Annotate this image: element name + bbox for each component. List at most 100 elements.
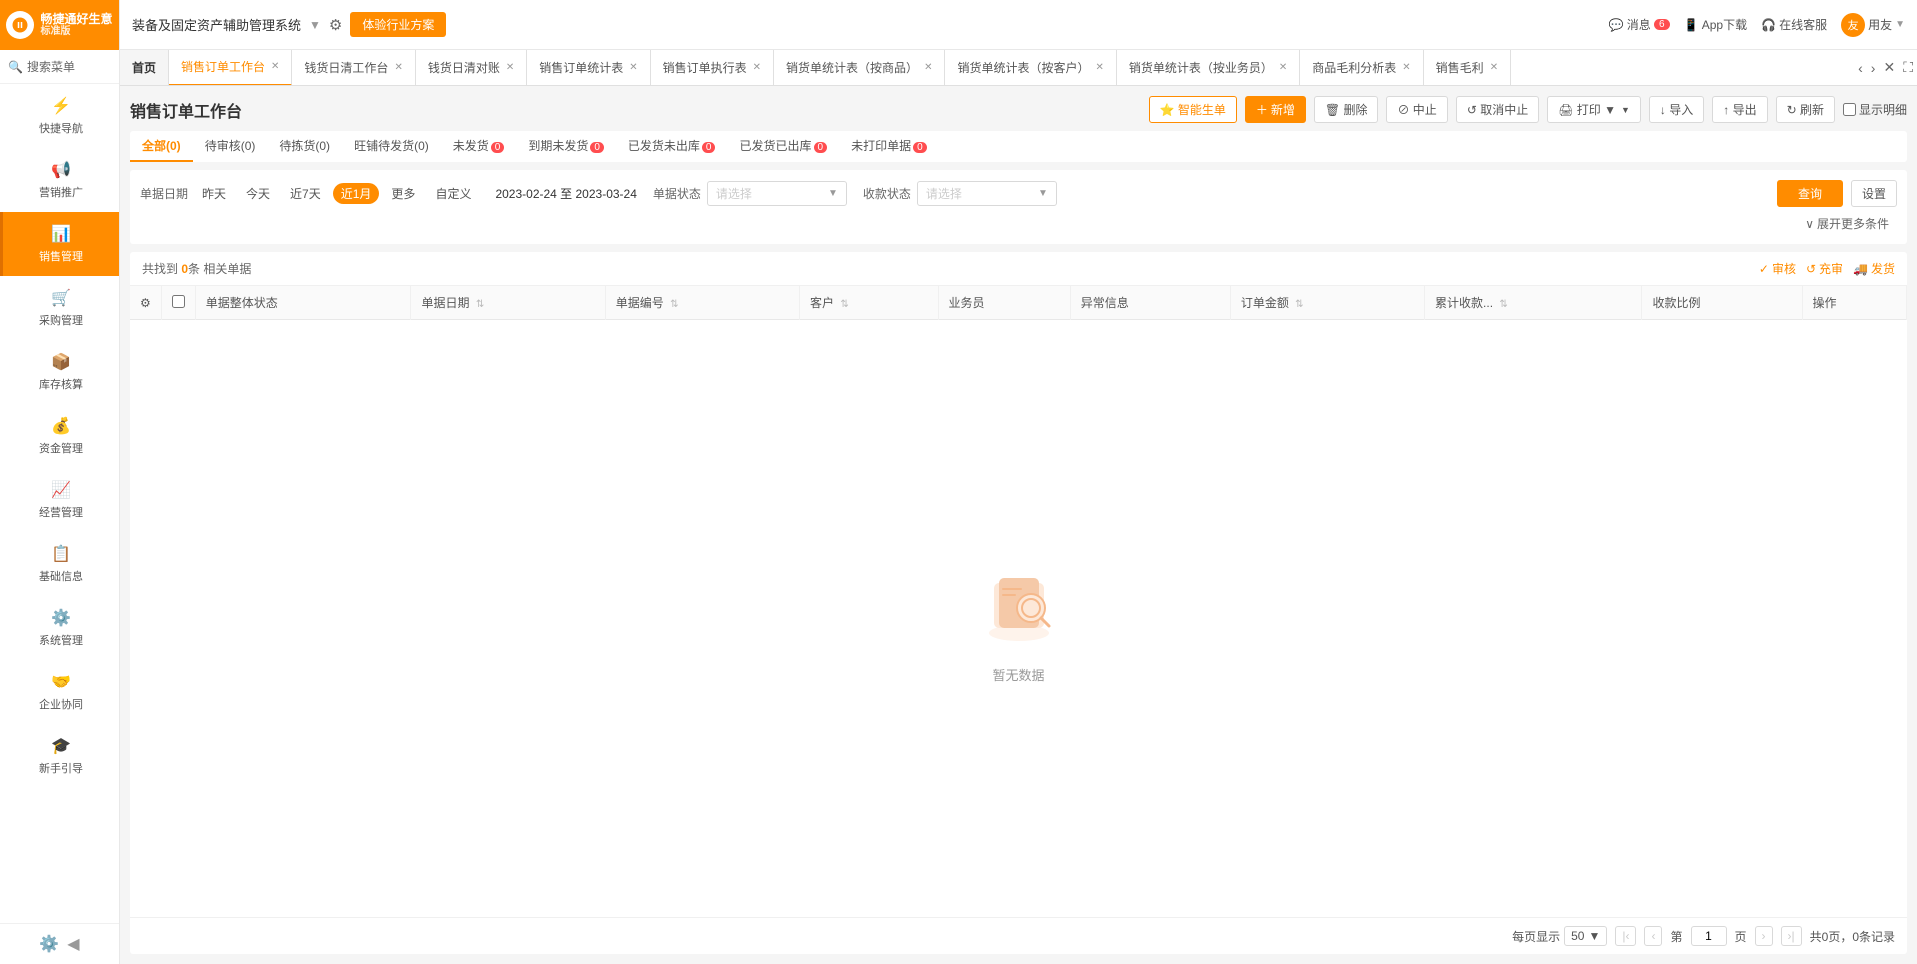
date-chip-more[interactable]: 更多 [383, 183, 423, 204]
tab-next-icon[interactable]: › [1867, 60, 1880, 76]
payment-select[interactable]: 请选择 ▼ [917, 181, 1057, 206]
sidebar-item-purchase[interactable]: 🛒 采购管理 [0, 276, 119, 340]
tab-sales-unified-product[interactable]: 销货单统计表（按商品） ✕ [774, 50, 945, 86]
ship-action[interactable]: 🚚 发货 [1853, 260, 1895, 277]
inventory-icon: 📦 [51, 352, 71, 372]
page-last-btn[interactable]: ›| [1781, 926, 1802, 946]
tab-close-all-icon[interactable]: ✕ [1879, 59, 1899, 76]
cancel-audit-action[interactable]: ↺ 充审 [1806, 260, 1843, 277]
status-select[interactable]: 请选择 ▼ [707, 181, 847, 206]
tab-close-sales-order[interactable]: ✕ [271, 61, 279, 72]
page-first-btn[interactable]: |‹ [1615, 926, 1636, 946]
sidebar-item-quick-nav[interactable]: ⚡ 快捷导航 [0, 84, 119, 148]
tab-sales-exec[interactable]: 销售订单执行表 ✕ [651, 50, 774, 86]
user-menu[interactable]: 友 用友 ▼ [1841, 13, 1905, 37]
tab-margin-analysis[interactable]: 商品毛利分析表 ✕ [1300, 50, 1423, 86]
settings-bottom-icon[interactable]: ⚙️ [39, 934, 59, 954]
th-checkbox[interactable] [161, 286, 195, 320]
audit-action[interactable]: ✓ 审核 [1759, 260, 1796, 277]
delete-btn[interactable]: 🗑 删除 [1314, 96, 1379, 123]
sidebar-item-sales[interactable]: 📊 销售管理 [0, 212, 119, 276]
print-btn[interactable]: 🖨 打印 ▼ [1547, 96, 1641, 123]
tab-sales-order[interactable]: 销售订单工作台 ✕ [169, 50, 292, 86]
avatar: 友 [1841, 13, 1865, 37]
service-icon: 🎧 [1761, 18, 1776, 32]
sidebar-title: 畅捷通好生意 标准版 [40, 12, 112, 38]
date-chip-custom[interactable]: 自定义 [427, 183, 479, 204]
filter-tab-pending-review[interactable]: 待审核(0) [193, 131, 268, 162]
filter-tab-wangpu[interactable]: 旺铺待发货(0) [342, 131, 441, 162]
plus-icon: ＋ [1256, 101, 1268, 118]
date-chip-1month[interactable]: 近1月 [333, 183, 380, 204]
tab-close-margin-analysis[interactable]: ✕ [1402, 62, 1410, 73]
sort-icon: ⇅ [1499, 299, 1507, 310]
audit-icon: ✓ [1759, 262, 1769, 276]
settings-icon[interactable]: ⚙ [329, 16, 342, 34]
filter-tab-not-printed[interactable]: 未打印单据0 [839, 131, 939, 162]
th-customer[interactable]: 客户 ⇅ [799, 286, 938, 320]
show-detail-label[interactable]: 显示明细 [1843, 101, 1907, 118]
filter-tab-shipped-not-out[interactable]: 已发货未出库0 [616, 131, 728, 162]
sidebar-search-item[interactable]: 🔍 搜索菜单 [0, 50, 119, 84]
page-prev-btn[interactable]: ‹ [1644, 926, 1662, 946]
industry-btn[interactable]: 体验行业方案 [350, 12, 446, 37]
tab-sales-unified-staff[interactable]: 销货单统计表（按业务员） ✕ [1117, 50, 1300, 86]
tab-close-unified-staff[interactable]: ✕ [1279, 62, 1287, 73]
refresh-btn[interactable]: ↻ 刷新 [1776, 96, 1835, 123]
sidebar-item-marketing[interactable]: 📢 营销推广 [0, 148, 119, 212]
show-detail-checkbox[interactable] [1843, 103, 1856, 116]
expand-conditions-btn[interactable]: ∨ 展开更多条件 [1797, 213, 1897, 234]
filter-tab-shipped-out[interactable]: 已发货已出库0 [727, 131, 839, 162]
date-chip-7days[interactable]: 近7天 [282, 183, 329, 204]
tab-sales-unified-customer[interactable]: 销货单统计表（按客户） ✕ [945, 50, 1116, 86]
tab-close-cash-daily[interactable]: ✕ [394, 62, 402, 73]
filter-tab-overdue[interactable]: 到期未发货0 [516, 131, 616, 162]
add-btn[interactable]: ＋ 新增 [1245, 96, 1306, 123]
date-chip-today[interactable]: 今天 [238, 183, 278, 204]
tab-sales-gross[interactable]: 销售毛利 ✕ [1424, 50, 1511, 86]
page-number-input[interactable] [1691, 926, 1727, 946]
message-action[interactable]: 💬 消息 6 [1609, 16, 1670, 33]
filter-tab-not-shipped[interactable]: 未发货0 [441, 131, 517, 162]
tab-cash-reconcile[interactable]: 钱货日清对账 ✕ [416, 50, 527, 86]
tab-close-sales-exec[interactable]: ✕ [753, 62, 761, 73]
app-download-action[interactable]: 📱 App下载 [1684, 16, 1747, 33]
tab-expand-icon[interactable]: ⛶ [1899, 59, 1917, 76]
page-size-box[interactable]: 50 ▼ [1564, 926, 1607, 946]
tab-close-cash-reconcile[interactable]: ✕ [506, 62, 514, 73]
tab-close-sales-stat[interactable]: ✕ [629, 62, 637, 73]
sidebar-item-inventory[interactable]: 📦 库存核算 [0, 340, 119, 404]
settings-btn[interactable]: 设置 [1851, 180, 1897, 207]
filter-tab-pending-inspection[interactable]: 待拣货(0) [267, 131, 342, 162]
sidebar-item-operations[interactable]: 📈 经营管理 [0, 468, 119, 532]
page-next-btn[interactable]: › [1755, 926, 1773, 946]
import-btn[interactable]: ↓ 导入 [1649, 96, 1704, 123]
th-date[interactable]: 单据日期 ⇅ [411, 286, 605, 320]
ai-generate-btn[interactable]: ⭐ 智能生单 [1149, 96, 1237, 123]
sidebar-item-cooperation[interactable]: 🤝 企业协同 [0, 660, 119, 724]
query-btn[interactable]: 查询 [1777, 180, 1843, 207]
cancel-stop-btn[interactable]: ↺ 取消中止 [1456, 96, 1539, 123]
tab-prev-icon[interactable]: ‹ [1854, 60, 1867, 76]
th-amount[interactable]: 订单金额 ⇅ [1230, 286, 1424, 320]
tab-close-sales-gross[interactable]: ✕ [1490, 62, 1498, 73]
select-all-checkbox[interactable] [172, 295, 185, 308]
tab-close-unified-product[interactable]: ✕ [924, 62, 932, 73]
tab-home[interactable]: 首页 [120, 50, 169, 86]
stop-btn[interactable]: ⊘ 中止 [1386, 96, 1447, 123]
export-btn[interactable]: ↑ 导出 [1712, 96, 1767, 123]
th-number[interactable]: 单据编号 ⇅ [605, 286, 799, 320]
th-collected[interactable]: 累计收款... ⇅ [1425, 286, 1642, 320]
tab-sales-stat[interactable]: 销售订单统计表 ✕ [527, 50, 650, 86]
tab-cash-daily[interactable]: 钱货日清工作台 ✕ [292, 50, 415, 86]
date-chip-yesterday[interactable]: 昨天 [194, 183, 234, 204]
sidebar-item-system[interactable]: ⚙️ 系统管理 [0, 596, 119, 660]
collapse-icon[interactable]: ◀ [67, 934, 79, 954]
sidebar-item-basic[interactable]: 📋 基础信息 [0, 532, 119, 596]
filter-tab-all[interactable]: 全部(0) [130, 131, 193, 162]
online-service-action[interactable]: 🎧 在线客服 [1761, 16, 1827, 33]
sidebar-item-finance[interactable]: 💰 资金管理 [0, 404, 119, 468]
sidebar-item-guide[interactable]: 🎓 新手引导 [0, 724, 119, 788]
tab-close-unified-customer[interactable]: ✕ [1095, 62, 1103, 73]
th-settings[interactable]: ⚙ [130, 286, 161, 320]
